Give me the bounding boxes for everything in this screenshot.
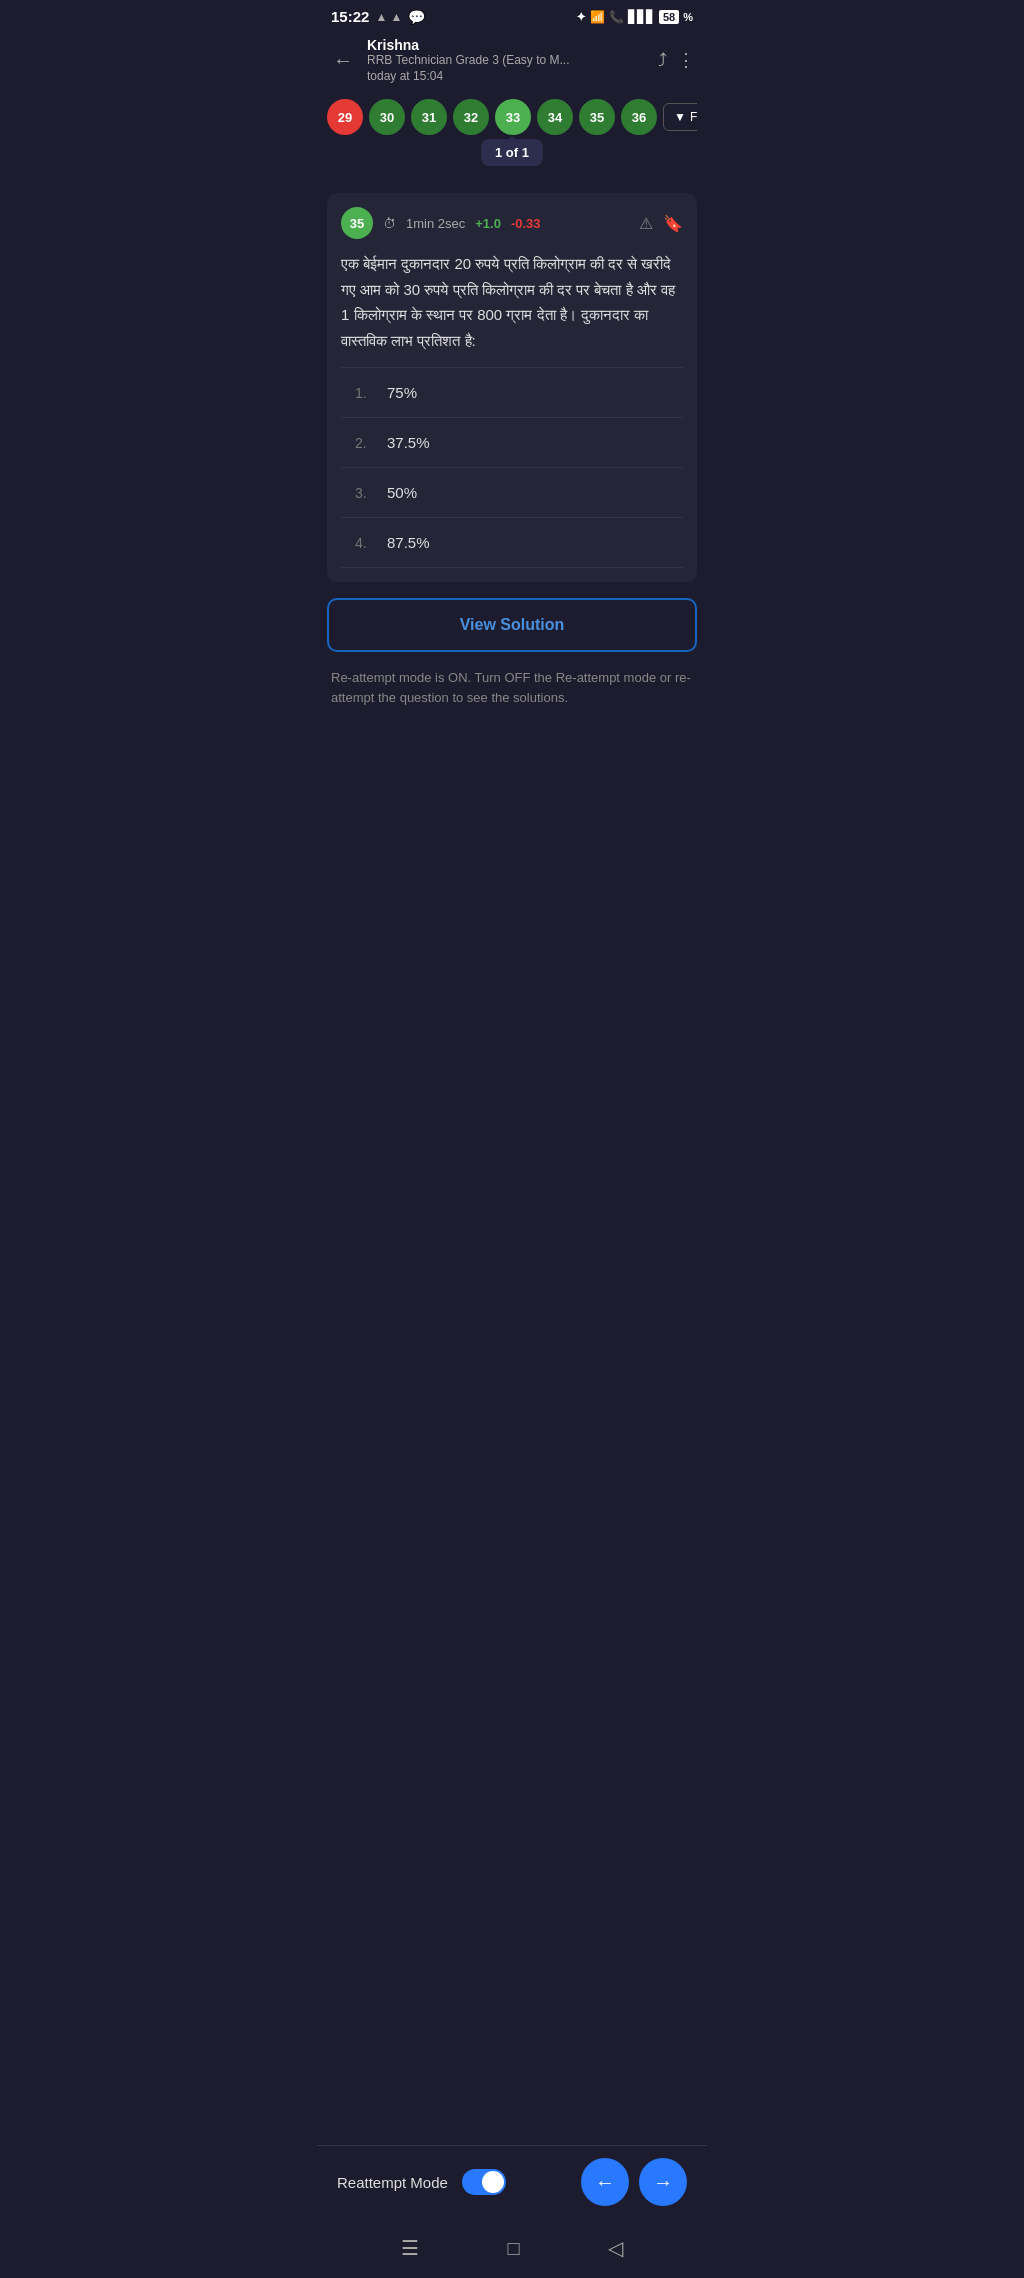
page-tooltip: 1 of 1 bbox=[481, 139, 543, 166]
q-num-30[interactable]: 30 bbox=[369, 99, 405, 135]
user-name: Krishna bbox=[367, 37, 419, 53]
nav-buttons: ← → bbox=[581, 2158, 687, 2206]
prev-button[interactable]: ← bbox=[581, 2158, 629, 2206]
reattempt-toggle[interactable] bbox=[462, 2169, 506, 2195]
q-num-31[interactable]: 31 bbox=[411, 99, 447, 135]
option-3-text: 50% bbox=[387, 484, 417, 501]
quiz-subtitle: today at 15:04 bbox=[367, 69, 648, 83]
battery-percent: % bbox=[683, 11, 693, 23]
option-4-num: 4. bbox=[355, 535, 375, 551]
option-4-text: 87.5% bbox=[387, 534, 430, 551]
q-num-35[interactable]: 35 bbox=[579, 99, 615, 135]
top-bar: ← Krishna RRB Technician Grade 3 (Easy t… bbox=[317, 29, 707, 91]
option-2[interactable]: 2. 37.5% bbox=[341, 417, 683, 467]
options-container: 1. 75% 2. 37.5% 3. 50% 4. 87.5% bbox=[341, 367, 683, 568]
share-icon[interactable]: ⤴ bbox=[658, 50, 667, 71]
android-nav: ☰ □ ◁ bbox=[317, 2218, 707, 2278]
android-home-icon[interactable]: □ bbox=[507, 2237, 519, 2260]
bookmark-icon[interactable]: 🔖 bbox=[663, 214, 683, 233]
score-positive: +1.0 bbox=[475, 216, 501, 231]
top-bar-center: Krishna RRB Technician Grade 3 (Easy to … bbox=[367, 37, 648, 83]
option-1-text: 75% bbox=[387, 384, 417, 401]
question-text: एक बेईमान दुकानदार 20 रुपये प्रति किलोग्… bbox=[341, 251, 683, 353]
reattempt-note: Re-attempt mode is ON. Turn OFF the Re-a… bbox=[331, 668, 693, 707]
top-bar-actions: ⤴ ⋮ bbox=[658, 49, 695, 71]
app-title: Krishna bbox=[367, 37, 648, 53]
alert-icon[interactable]: ⚠ bbox=[639, 214, 653, 233]
option-2-text: 37.5% bbox=[387, 434, 430, 451]
option-4[interactable]: 4. 87.5% bbox=[341, 517, 683, 568]
signal-icon: ▲ ▲ bbox=[375, 10, 402, 24]
question-strip-wrapper: 29 30 31 32 33 34 35 36 ▼ Filters 1 of 1 bbox=[317, 91, 707, 143]
bluetooth-icon: ✦ bbox=[576, 10, 586, 24]
android-back-icon[interactable]: ◁ bbox=[608, 2236, 623, 2260]
meta-icons: ⚠ 🔖 bbox=[639, 214, 683, 233]
android-menu-icon[interactable]: ☰ bbox=[401, 2236, 419, 2260]
view-solution-button[interactable]: View Solution bbox=[327, 598, 697, 652]
q-num-32[interactable]: 32 bbox=[453, 99, 489, 135]
signal-bars-icon: ▋▋▋ bbox=[628, 10, 655, 24]
bottom-bar: Reattempt Mode ← → bbox=[317, 2145, 707, 2218]
filter-icon: ▼ bbox=[674, 110, 686, 124]
question-card: 35 ⏱ 1min 2sec +1.0 -0.33 ⚠ 🔖 एक बेईमान … bbox=[327, 193, 697, 582]
prev-icon: ← bbox=[595, 2171, 615, 2194]
question-meta: 35 ⏱ 1min 2sec +1.0 -0.33 ⚠ 🔖 bbox=[341, 207, 683, 239]
score-negative: -0.33 bbox=[511, 216, 541, 231]
chat-icon: 💬 bbox=[408, 9, 425, 25]
option-3[interactable]: 3. 50% bbox=[341, 467, 683, 517]
status-bar: 15:22 ▲ ▲ 💬 ✦ 📶 📞 ▋▋▋ 58 % bbox=[317, 0, 707, 29]
timer-text: 1min 2sec bbox=[406, 216, 465, 231]
status-left: 15:22 ▲ ▲ 💬 bbox=[331, 8, 425, 25]
call-icon: 📞 bbox=[609, 10, 624, 24]
question-badge: 35 bbox=[341, 207, 373, 239]
status-time: 15:22 bbox=[331, 8, 369, 25]
next-icon: → bbox=[653, 2171, 673, 2194]
q-num-36[interactable]: 36 bbox=[621, 99, 657, 135]
filter-label: Filters bbox=[690, 110, 697, 124]
back-button[interactable]: ← bbox=[329, 45, 357, 76]
q-num-29[interactable]: 29 bbox=[327, 99, 363, 135]
option-3-num: 3. bbox=[355, 485, 375, 501]
reattempt-label: Reattempt Mode bbox=[337, 2174, 448, 2191]
q-num-34[interactable]: 34 bbox=[537, 99, 573, 135]
battery-icon: 58 bbox=[659, 10, 679, 24]
option-2-num: 2. bbox=[355, 435, 375, 451]
option-1[interactable]: 1. 75% bbox=[341, 367, 683, 417]
timer-icon: ⏱ bbox=[383, 216, 396, 231]
wifi-icon: 📶 bbox=[590, 10, 605, 24]
menu-dots-icon[interactable]: ⋮ bbox=[677, 49, 695, 71]
status-right: ✦ 📶 📞 ▋▋▋ 58 % bbox=[576, 10, 693, 24]
spacer bbox=[317, 723, 707, 863]
q-num-33[interactable]: 33 bbox=[495, 99, 531, 135]
option-1-num: 1. bbox=[355, 385, 375, 401]
filter-button[interactable]: ▼ Filters bbox=[663, 103, 697, 131]
next-button[interactable]: → bbox=[639, 2158, 687, 2206]
quiz-title: RRB Technician Grade 3 (Easy to M... bbox=[367, 53, 648, 67]
